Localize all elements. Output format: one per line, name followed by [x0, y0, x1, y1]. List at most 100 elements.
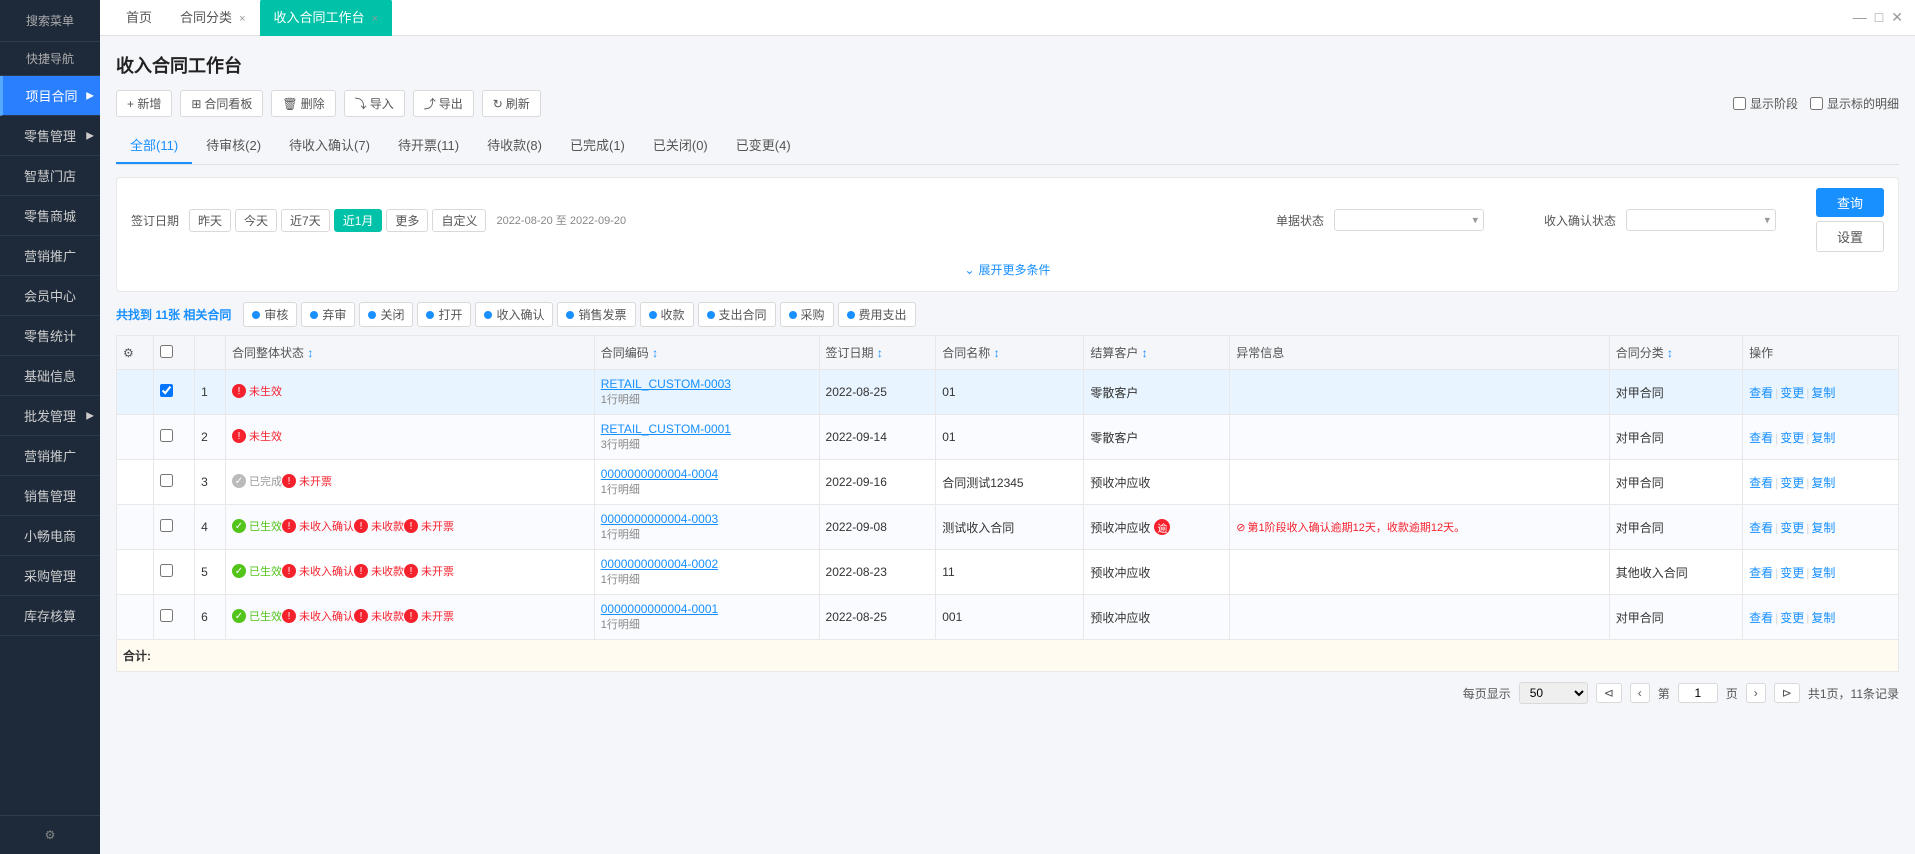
- contract-code-link[interactable]: RETAIL_CUSTOM-0003: [601, 377, 731, 391]
- op-btn-变更[interactable]: 变更: [1780, 521, 1804, 535]
- date-btn-last1month[interactable]: 近1月: [334, 209, 383, 232]
- row-settings-icon[interactable]: [117, 370, 154, 415]
- select-all-checkbox[interactable]: [160, 345, 173, 358]
- kanban-button[interactable]: ⊞ 合同看板: [180, 90, 263, 117]
- op-btn-复制[interactable]: 复制: [1811, 386, 1835, 400]
- show-detail-label[interactable]: 显示标的明细: [1810, 95, 1899, 112]
- row-checkbox[interactable]: [160, 429, 173, 442]
- col-category[interactable]: 合同分类 ↕: [1609, 336, 1742, 370]
- op-btn-查看[interactable]: 查看: [1749, 566, 1773, 580]
- op-btn-查看[interactable]: 查看: [1749, 431, 1773, 445]
- tab-home[interactable]: 首页: [112, 0, 166, 36]
- op-btn-复制[interactable]: 复制: [1811, 431, 1835, 445]
- first-page-button[interactable]: ⊲: [1596, 683, 1622, 703]
- sidebar-item-retail-mall[interactable]: 零售商城: [0, 196, 100, 236]
- col-code[interactable]: 合同编码 ↕: [594, 336, 819, 370]
- date-btn-more[interactable]: 更多: [386, 209, 428, 232]
- col-customer[interactable]: 结算客户 ↕: [1084, 336, 1230, 370]
- refresh-button[interactable]: ↻ 刷新: [482, 90, 541, 117]
- action-btn-print[interactable]: 打开: [417, 302, 471, 327]
- row-settings-icon[interactable]: [117, 460, 154, 505]
- row-checkbox[interactable]: [160, 474, 173, 487]
- op-btn-变更[interactable]: 变更: [1780, 386, 1804, 400]
- sidebar-item-basic-info[interactable]: 基础信息: [0, 356, 100, 396]
- sidebar-item-marketing[interactable]: 营销推广: [0, 236, 100, 276]
- row-checkbox[interactable]: [160, 564, 173, 577]
- show-detail-checkbox[interactable]: [1810, 97, 1823, 110]
- new-button[interactable]: + 新增: [116, 90, 172, 117]
- action-btn-expense-out[interactable]: 费用支出: [838, 302, 916, 327]
- filter-tab-completed[interactable]: 已完成(1): [556, 127, 639, 164]
- filter-tab-closed[interactable]: 已关闭(0): [639, 127, 722, 164]
- row-settings-icon[interactable]: [117, 415, 154, 460]
- query-button[interactable]: 查询: [1816, 188, 1884, 217]
- sidebar-item-smart-store[interactable]: 智慧门店: [0, 156, 100, 196]
- export-button[interactable]: ⤴ 导出: [413, 90, 474, 117]
- show-segment-label[interactable]: 显示阶段: [1733, 95, 1798, 112]
- col-status[interactable]: 合同整体状态 ↕: [225, 336, 594, 370]
- page-input[interactable]: [1678, 683, 1718, 703]
- op-btn-变更[interactable]: 变更: [1780, 476, 1804, 490]
- tab-close-icon[interactable]: ×: [236, 13, 245, 25]
- op-btn-复制[interactable]: 复制: [1811, 566, 1835, 580]
- op-btn-复制[interactable]: 复制: [1811, 476, 1835, 490]
- income-confirm-select[interactable]: [1626, 209, 1776, 231]
- op-btn-查看[interactable]: 查看: [1749, 611, 1773, 625]
- contract-code-link[interactable]: 0000000000004-0003: [601, 512, 718, 526]
- op-btn-查看[interactable]: 查看: [1749, 386, 1773, 400]
- op-btn-变更[interactable]: 变更: [1780, 566, 1804, 580]
- set-button[interactable]: 设置: [1816, 221, 1884, 252]
- import-button[interactable]: ⤵ 导入: [344, 90, 405, 117]
- date-btn-last7[interactable]: 近7天: [281, 209, 330, 232]
- sidebar-item-retail-stats[interactable]: 零售统计: [0, 316, 100, 356]
- sidebar-item-retail-mgmt[interactable]: 零售管理▶: [0, 116, 100, 156]
- next-page-button[interactable]: ›: [1746, 683, 1766, 703]
- op-btn-变更[interactable]: 变更: [1780, 611, 1804, 625]
- filter-tab-pending-review[interactable]: 待审核(2): [192, 127, 275, 164]
- col-settings[interactable]: ⚙: [117, 336, 154, 370]
- row-checkbox[interactable]: [160, 519, 173, 532]
- filter-tab-all[interactable]: 全部(11): [116, 127, 192, 164]
- contract-code-link[interactable]: 0000000000004-0002: [601, 557, 718, 571]
- contract-code-link[interactable]: 0000000000004-0001: [601, 602, 718, 616]
- action-btn-abandon[interactable]: 弃审: [301, 302, 355, 327]
- prev-page-button[interactable]: ‹: [1630, 683, 1650, 703]
- filter-tab-changed[interactable]: 已变更(4): [722, 127, 805, 164]
- sidebar-item-sales-mgmt[interactable]: 销售管理: [0, 476, 100, 516]
- col-name[interactable]: 合同名称 ↕: [936, 336, 1084, 370]
- window-minimize-icon[interactable]: —: [1853, 9, 1867, 26]
- sidebar-item-xiaochu[interactable]: 小畅电商: [0, 516, 100, 556]
- row-settings-icon[interactable]: [117, 505, 154, 550]
- filter-tab-pending-invoice[interactable]: 待开票(11): [384, 127, 473, 164]
- sidebar-search[interactable]: 搜索菜单: [0, 0, 100, 42]
- op-btn-查看[interactable]: 查看: [1749, 521, 1773, 535]
- row-settings-icon[interactable]: [117, 595, 154, 640]
- window-close-icon[interactable]: ✕: [1891, 9, 1903, 26]
- action-btn-income-confirm[interactable]: 收入确认: [475, 302, 553, 327]
- sidebar-item-purchase-mgmt[interactable]: 采购管理: [0, 556, 100, 596]
- doc-status-select[interactable]: [1334, 209, 1484, 231]
- sidebar-item-project[interactable]: 项目合同▶: [0, 76, 100, 116]
- sidebar-item-inventory[interactable]: 库存核算: [0, 596, 100, 636]
- action-btn-review[interactable]: 审核: [243, 302, 297, 327]
- expand-filter-button[interactable]: ⌄ 展开更多条件: [956, 258, 1058, 281]
- date-btn-today[interactable]: 今天: [235, 209, 277, 232]
- show-segment-checkbox[interactable]: [1733, 97, 1746, 110]
- tab-income-contract[interactable]: 收入合同工作台 ×: [260, 0, 393, 36]
- window-maximize-icon[interactable]: □: [1875, 9, 1883, 26]
- sidebar-item-marketing2[interactable]: 营销推广: [0, 436, 100, 476]
- last-page-button[interactable]: ⊳: [1774, 683, 1800, 703]
- action-btn-close[interactable]: 关闭: [359, 302, 413, 327]
- op-btn-变更[interactable]: 变更: [1780, 431, 1804, 445]
- op-btn-复制[interactable]: 复制: [1811, 611, 1835, 625]
- filter-tab-pending-confirm[interactable]: 待收入确认(7): [275, 127, 384, 164]
- tab-close-icon[interactable]: ×: [369, 13, 378, 25]
- op-btn-复制[interactable]: 复制: [1811, 521, 1835, 535]
- sidebar-settings-icon[interactable]: ⚙: [0, 815, 100, 854]
- delete-button[interactable]: 🗑 删除: [271, 90, 335, 117]
- action-btn-expense-contract[interactable]: 支出合同: [698, 302, 776, 327]
- op-btn-查看[interactable]: 查看: [1749, 476, 1773, 490]
- per-page-select[interactable]: 50 100: [1519, 682, 1588, 704]
- tab-contract-category[interactable]: 合同分类 ×: [166, 0, 260, 36]
- date-btn-yesterday[interactable]: 昨天: [189, 209, 231, 232]
